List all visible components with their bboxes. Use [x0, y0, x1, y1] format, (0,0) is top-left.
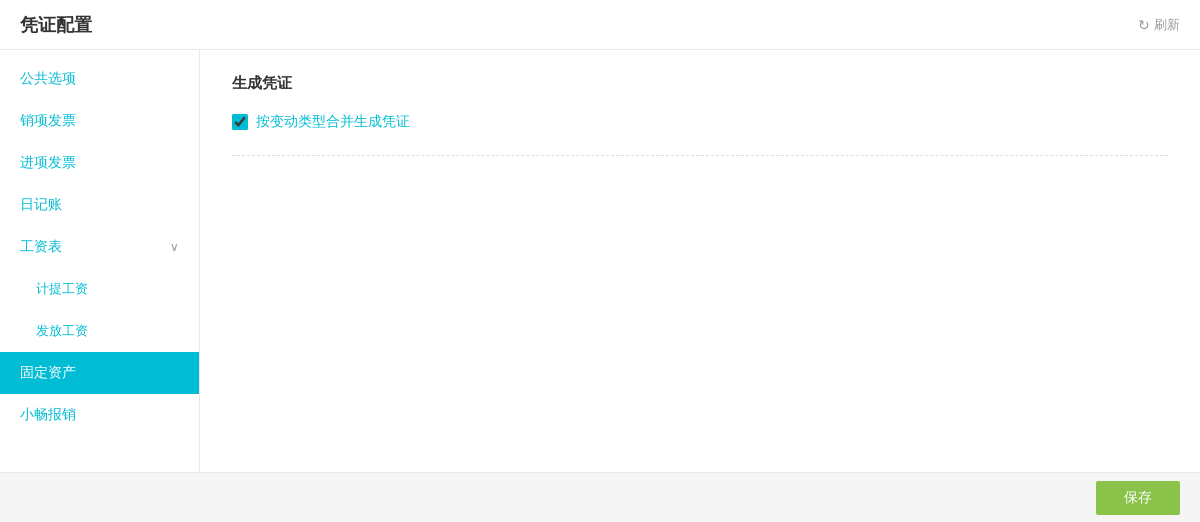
page-title: 凭证配置: [20, 13, 92, 37]
refresh-icon: ↻: [1138, 17, 1150, 33]
sidebar-item-label: 进项发票: [20, 154, 76, 172]
sidebar-item-label: 小畅报销: [20, 406, 76, 424]
merge-checkbox-label[interactable]: 按变动类型合并生成凭证: [256, 113, 410, 131]
sidebar-item-label: 发放工资: [36, 322, 88, 340]
sidebar-item-sales-invoice[interactable]: 销项发票: [0, 100, 199, 142]
page-footer: 保存: [0, 472, 1200, 522]
sidebar-item-expense-report[interactable]: 小畅报销: [0, 394, 199, 436]
sidebar-item-label: 计提工资: [36, 280, 88, 298]
sidebar-item-label: 日记账: [20, 196, 62, 214]
main-layout: 公共选项销项发票进项发票日记账工资表 ∨ 计提工资发放工资固定资产小畅报销 生成凭证…: [0, 50, 1200, 472]
sidebar-item-label: 公共选项: [20, 70, 76, 88]
sidebar-item-label: 工资表: [20, 238, 62, 256]
sidebar-item-purchase-invoice[interactable]: 进项发票: [0, 142, 199, 184]
merge-checkbox[interactable]: [232, 114, 248, 130]
sidebar-item-public-options[interactable]: 公共选项: [0, 58, 199, 100]
divider: [232, 155, 1168, 156]
content-area: 生成凭证 按变动类型合并生成凭证: [200, 50, 1200, 472]
chevron-down-icon: ∨: [170, 240, 179, 254]
sidebar-item-journal[interactable]: 日记账: [0, 184, 199, 226]
sidebar: 公共选项销项发票进项发票日记账工资表 ∨ 计提工资发放工资固定资产小畅报销: [0, 50, 200, 472]
save-button[interactable]: 保存: [1096, 481, 1180, 515]
section-title: 生成凭证: [232, 74, 1168, 93]
refresh-label: 刷新: [1154, 16, 1180, 34]
sidebar-item-label: 销项发票: [20, 112, 76, 130]
sidebar-item-salary-payment[interactable]: 发放工资: [0, 310, 199, 352]
checkbox-row: 按变动类型合并生成凭证: [232, 113, 1168, 131]
sidebar-item-label: 固定资产: [20, 364, 76, 382]
sidebar-item-salary-accrual[interactable]: 计提工资: [0, 268, 199, 310]
sidebar-item-fixed-assets[interactable]: 固定资产: [0, 352, 199, 394]
refresh-button[interactable]: ↻ 刷新: [1138, 16, 1180, 34]
page-header: 凭证配置 ↻ 刷新: [0, 0, 1200, 50]
sidebar-item-payroll-table[interactable]: 工资表 ∨: [0, 226, 199, 268]
